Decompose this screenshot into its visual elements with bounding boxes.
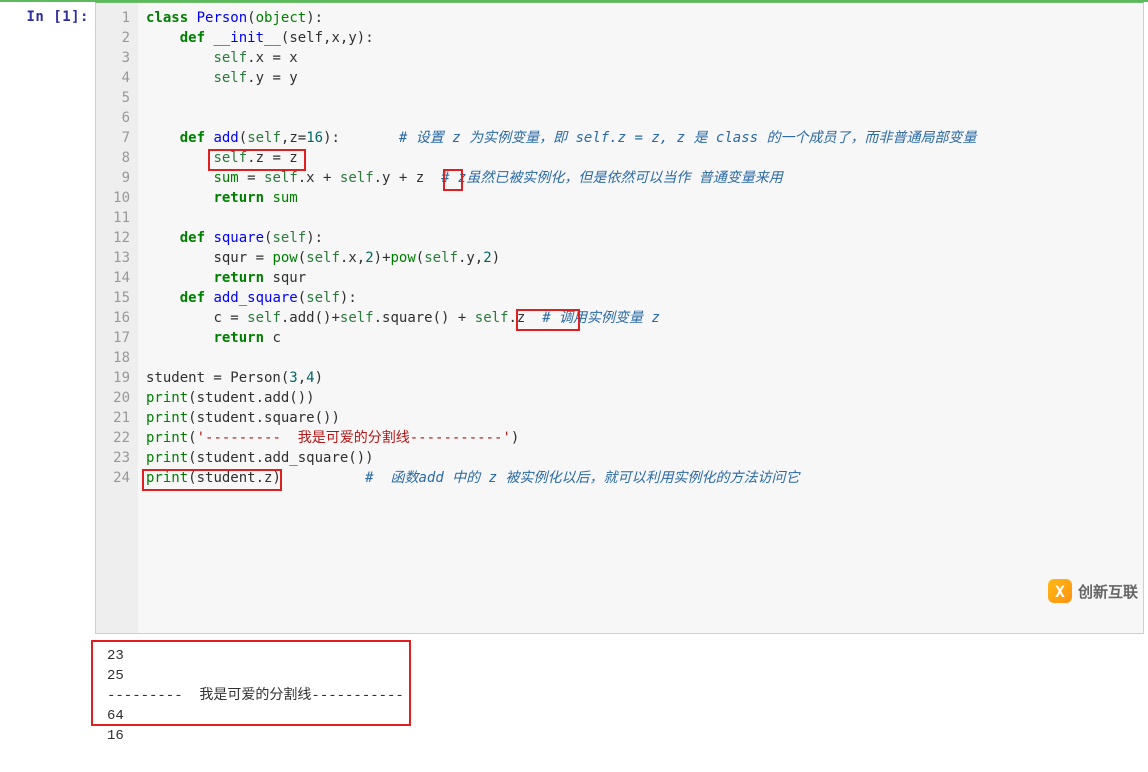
input-prompt: In [1]: <box>0 2 95 634</box>
watermark: X 创新互联 <box>1048 579 1138 603</box>
code-text[interactable]: class Person(object): def __init__(self,… <box>138 3 1143 633</box>
line-number-gutter: 123456789101112131415161718192021222324 <box>96 3 138 633</box>
cell-output: 23 25 --------- 我是可爱的分割线----------- 64 1… <box>95 640 1148 772</box>
annotation-box <box>91 640 411 726</box>
watermark-logo-icon: X <box>1048 579 1072 603</box>
code-cell: In [1]: 12345678910111213141516171819202… <box>0 2 1148 634</box>
code-input-area[interactable]: 123456789101112131415161718192021222324 … <box>95 2 1144 634</box>
watermark-text: 创新互联 <box>1078 581 1138 602</box>
